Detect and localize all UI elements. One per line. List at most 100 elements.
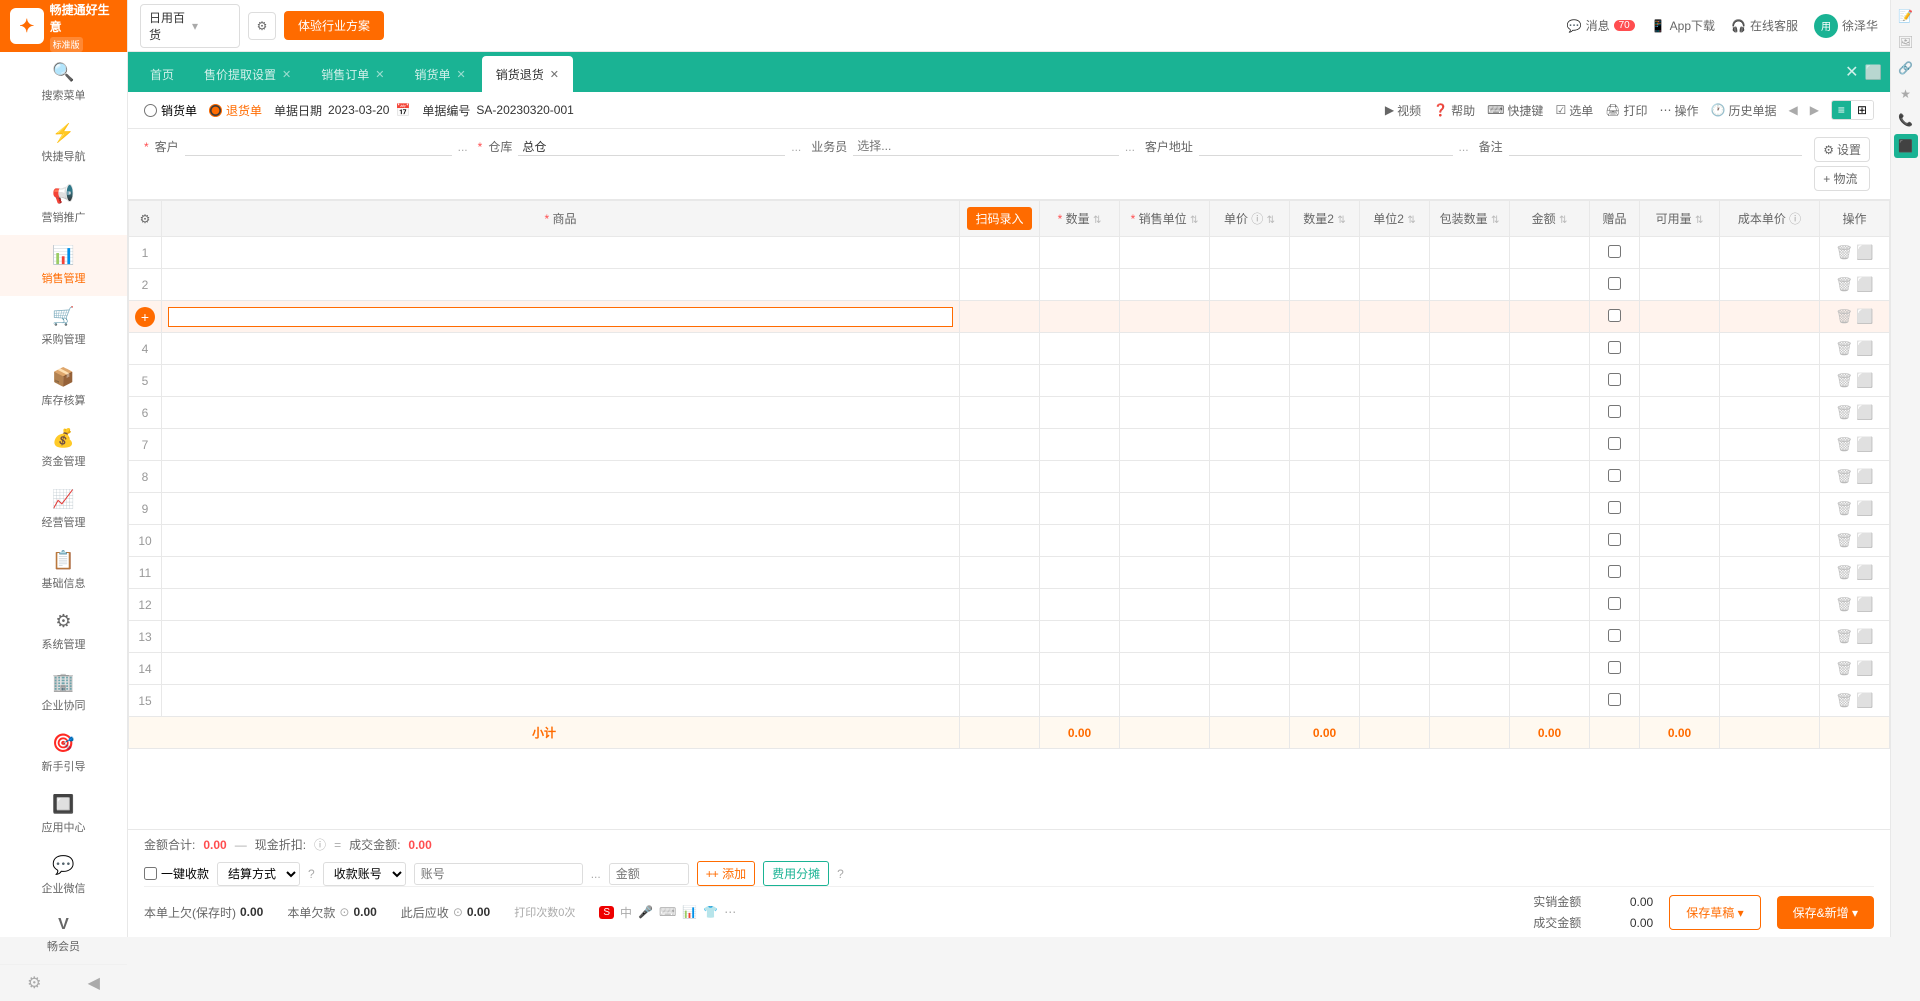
unit-price-info-icon[interactable]: ⓘ (1251, 212, 1263, 226)
package-qty-cell[interactable] (1430, 269, 1510, 301)
tab-sales-delivery[interactable]: 销货单 ✕ (400, 56, 479, 92)
delete-row-icon[interactable]: 🗑 (1835, 308, 1853, 324)
unit-price-cell[interactable] (1210, 685, 1290, 717)
gift-cell[interactable] (1590, 365, 1640, 397)
quantity-cell[interactable] (1040, 525, 1120, 557)
package-qty-cell[interactable] (1430, 589, 1510, 621)
gift-cell[interactable] (1590, 237, 1640, 269)
available-cell[interactable] (1640, 685, 1720, 717)
sidebar-item-wechat[interactable]: 💬 企业微信 (0, 845, 127, 906)
quantity-sort-icon[interactable]: ⇅ (1093, 215, 1101, 226)
sidebar-item-apps[interactable]: 🔲 应用中心 (0, 784, 127, 845)
package-qty-cell[interactable] (1430, 365, 1510, 397)
select-action[interactable]: ☑ 选单 (1555, 102, 1593, 119)
tab-sales-return[interactable]: 销货退货 ✕ (482, 56, 573, 92)
unit2-cell[interactable] (1360, 365, 1430, 397)
unit-price-cell[interactable] (1210, 365, 1290, 397)
print-action[interactable]: 🖨 打印 (1605, 102, 1647, 119)
sales-unit-cell[interactable] (1120, 365, 1210, 397)
package-qty-cell[interactable] (1430, 237, 1510, 269)
quantity-cell[interactable] (1040, 269, 1120, 301)
sidebar-item-basic[interactable]: 📋 基础信息 (0, 540, 127, 601)
gift-checkbox[interactable] (1608, 245, 1621, 258)
amount-cell[interactable] (1510, 397, 1590, 429)
delete-row-icon[interactable]: 🗑 (1835, 596, 1853, 612)
quantity-cell[interactable] (1040, 301, 1120, 333)
online-service-button[interactable]: 🎧 在线客服 (1731, 17, 1798, 34)
available-sort-icon[interactable]: ⇅ (1695, 215, 1703, 226)
delete-row-icon[interactable]: 🗑 (1835, 500, 1853, 516)
amount-cell[interactable] (1510, 685, 1590, 717)
product-cell[interactable] (162, 333, 960, 365)
customer-select-icon[interactable]: ... (458, 140, 468, 154)
copy-row-icon[interactable]: ⬜ (1856, 468, 1873, 484)
account-dots[interactable]: ... (591, 867, 601, 881)
calendar-icon[interactable]: 📅 (395, 103, 410, 117)
amount-cell[interactable] (1510, 301, 1590, 333)
right-tool-image[interactable]: 🖼 (1894, 30, 1918, 54)
copy-row-icon[interactable]: ⬜ (1856, 660, 1873, 676)
unit-price-cell[interactable] (1210, 269, 1290, 301)
copy-row-icon[interactable]: ⬜ (1856, 628, 1873, 644)
gift-cell[interactable] (1590, 397, 1640, 429)
sales-unit-cell[interactable] (1120, 589, 1210, 621)
available-cell[interactable] (1640, 333, 1720, 365)
list-view-btn[interactable]: ⊞ (1851, 101, 1873, 119)
unit-price-cell[interactable] (1210, 557, 1290, 589)
unit2-cell[interactable] (1360, 557, 1430, 589)
topbar-gear-button[interactable]: ⚙ (248, 12, 276, 40)
add-row-btn[interactable]: + (135, 307, 155, 327)
tab-sales-order[interactable]: 销售订单 ✕ (307, 56, 398, 92)
quantity2-cell[interactable] (1290, 365, 1360, 397)
unit2-cell[interactable] (1360, 493, 1430, 525)
copy-row-icon[interactable]: ⬜ (1856, 340, 1873, 356)
amount-cell[interactable] (1510, 333, 1590, 365)
th-gear[interactable]: ⚙ (129, 201, 162, 237)
delete-row-icon[interactable]: 🗑 (1835, 244, 1853, 260)
unit-price-cell[interactable] (1210, 621, 1290, 653)
gift-checkbox[interactable] (1608, 405, 1621, 418)
quantity-cell[interactable] (1040, 237, 1120, 269)
message-button[interactable]: 💬 消息 70 (1567, 17, 1635, 34)
right-tool-screen[interactable]: ⬛ (1894, 134, 1918, 158)
gift-cell[interactable] (1590, 429, 1640, 461)
quantity2-cell[interactable] (1290, 589, 1360, 621)
cost-price-cell[interactable] (1720, 461, 1820, 493)
cost-price-cell[interactable] (1720, 269, 1820, 301)
delete-row-icon[interactable]: 🗑 (1835, 340, 1853, 356)
cost-price-info-icon[interactable]: ⓘ (1789, 212, 1801, 226)
app-download-button[interactable]: 📱 App下载 (1651, 17, 1715, 34)
sales-unit-sort-icon[interactable]: ⇅ (1190, 215, 1198, 226)
quantity-cell[interactable] (1040, 461, 1120, 493)
available-cell[interactable] (1640, 301, 1720, 333)
address-select-icon[interactable]: ... (1459, 140, 1469, 154)
package-qty-cell[interactable] (1430, 333, 1510, 365)
product-cell[interactable] (162, 237, 960, 269)
copy-row-icon[interactable]: ⬜ (1856, 244, 1873, 260)
package-qty-cell[interactable] (1430, 461, 1510, 493)
product-cell[interactable] (162, 365, 960, 397)
prev-record-icon[interactable]: ◀ (1788, 103, 1797, 117)
gift-checkbox[interactable] (1608, 469, 1621, 482)
unit-price-cell[interactable] (1210, 397, 1290, 429)
sidebar-item-system[interactable]: ⚙ 系统管理 (0, 601, 127, 662)
product-cell[interactable] (162, 525, 960, 557)
copy-row-icon[interactable]: ⬜ (1856, 436, 1873, 452)
package-qty-cell[interactable] (1430, 557, 1510, 589)
sidebar-item-operations[interactable]: 📈 经营管理 (0, 479, 127, 540)
logistics-side-btn[interactable]: + 物流 (1814, 166, 1870, 191)
copy-row-icon[interactable]: ⬜ (1856, 532, 1873, 548)
sidebar-item-search[interactable]: 🔍 搜索菜单 (0, 52, 127, 113)
package-qty-cell[interactable] (1430, 397, 1510, 429)
quantity-cell[interactable] (1040, 493, 1120, 525)
salesperson-select-icon[interactable]: ... (1125, 140, 1135, 154)
sales-unit-cell[interactable] (1120, 237, 1210, 269)
amount-cell[interactable] (1510, 557, 1590, 589)
sidebar-item-purchase[interactable]: 🛒 采购管理 (0, 296, 127, 357)
sales-unit-cell[interactable] (1120, 525, 1210, 557)
gift-cell[interactable] (1590, 493, 1640, 525)
package-qty-cell[interactable] (1430, 429, 1510, 461)
gift-cell[interactable] (1590, 621, 1640, 653)
quantity2-cell[interactable] (1290, 269, 1360, 301)
quantity2-cell[interactable] (1290, 621, 1360, 653)
